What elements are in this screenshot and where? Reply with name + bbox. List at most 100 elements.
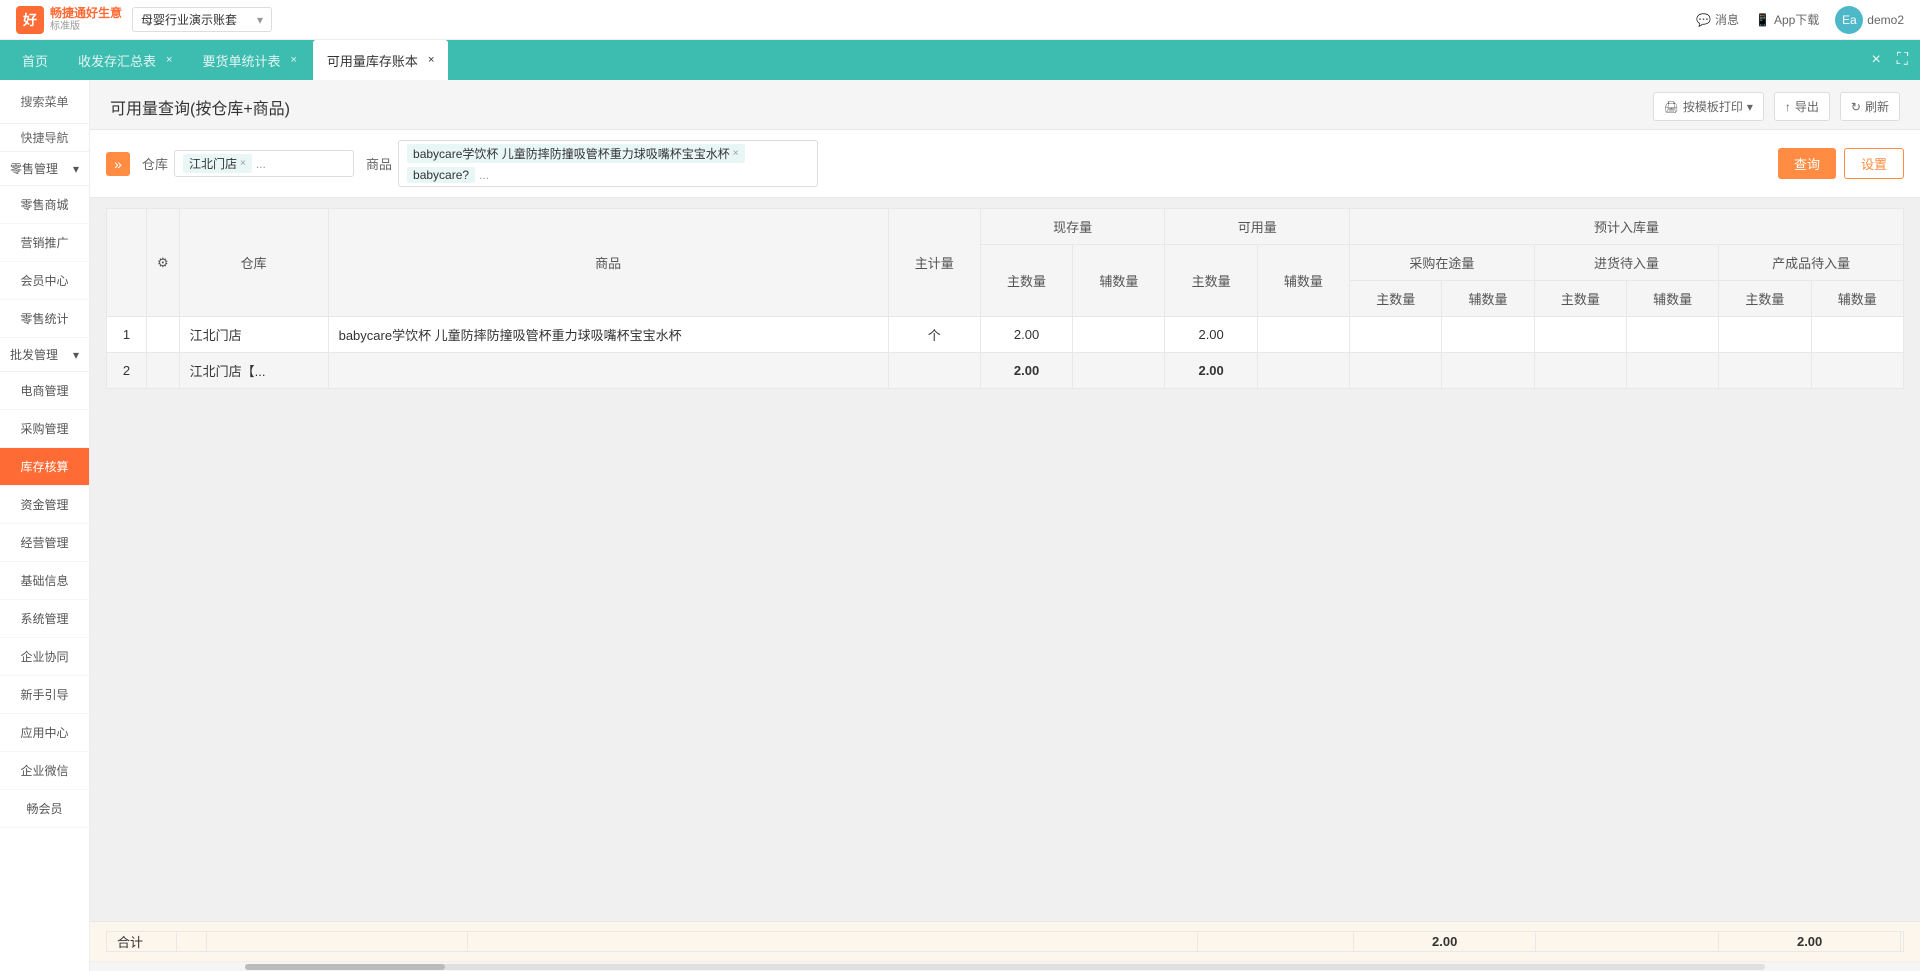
row-1-product: babycare学饮杯 儿童防摔防撞吸管杯重力球吸嘴杯宝宝水杯 bbox=[328, 317, 888, 353]
search-menu-btn[interactable]: 搜索菜单 bbox=[8, 88, 81, 115]
top-bar-right: 💬 消息 📱 App下载 Ea demo2 bbox=[1696, 6, 1904, 34]
row-2-purchase-main bbox=[1350, 353, 1442, 389]
sidebar-item-enterprise-collab[interactable]: 企业协同 bbox=[0, 638, 89, 676]
row-1-purchase-aux bbox=[1442, 317, 1534, 353]
template-print-label: 按模板打印 bbox=[1683, 98, 1743, 115]
summary-label: 合计 bbox=[107, 932, 177, 952]
tab-order-stats-close[interactable]: × bbox=[290, 54, 296, 66]
page-header: 可用量查询(按仓库+商品) 🖨 按模板打印 ▾ ↑ 导出 ↻ 刷新 bbox=[90, 80, 1920, 130]
table-footer: 合计 2.00 2.00 bbox=[90, 921, 1920, 961]
product-tag-1-value: babycare学饮杯 儿童防摔防撞吸管杯重力球吸嘴杯宝宝水杯 bbox=[413, 145, 730, 162]
sidebar-item-app-center[interactable]: 应用中心 bbox=[0, 714, 89, 752]
sidebar-item-wholesale-mgmt[interactable]: 批发管理 ▾ bbox=[0, 338, 89, 372]
tab-home[interactable]: 首页 bbox=[8, 40, 62, 80]
row-2-production-main bbox=[1719, 353, 1811, 389]
scrollbar-area bbox=[90, 961, 1920, 971]
filter-bar: » 仓库 江北门店 × ... 商品 babycare学饮杯 儿童防摔防撞吸管杯… bbox=[90, 130, 1920, 198]
th-purchase-main: 主数量 bbox=[1350, 281, 1442, 317]
user-area[interactable]: Ea demo2 bbox=[1835, 6, 1904, 34]
sidebar-label-enterprise-collab: 企业协同 bbox=[20, 648, 68, 665]
chevron-wholesale-mgmt: ▾ bbox=[73, 348, 79, 362]
scrollbar-thumb[interactable] bbox=[245, 964, 445, 970]
settings-icon[interactable]: ⚙ bbox=[157, 255, 169, 270]
warehouse-tag: 江北门店 × bbox=[183, 154, 252, 173]
avatar-initials: Ea bbox=[1842, 13, 1857, 27]
quick-nav-btn[interactable]: 快捷导航 bbox=[0, 124, 89, 152]
template-print-btn[interactable]: 🖨 按模板打印 ▾ bbox=[1653, 92, 1764, 121]
product-label: 商品 bbox=[366, 154, 392, 173]
maximize-btn[interactable]: ⛶ bbox=[1893, 47, 1912, 73]
warehouse-label: 仓库 bbox=[142, 154, 168, 173]
th-arrival-main: 主数量 bbox=[1534, 281, 1626, 317]
sidebar-label-sys-mgmt: 系统管理 bbox=[20, 610, 68, 627]
sidebar-item-ops-mgmt[interactable]: 经营管理 bbox=[0, 524, 89, 562]
warehouse-ellipsis: ... bbox=[256, 157, 266, 171]
page-actions: 🖨 按模板打印 ▾ ↑ 导出 ↻ 刷新 bbox=[1653, 92, 1900, 121]
industry-selector[interactable]: 母婴行业演示账套 ▾ bbox=[132, 7, 272, 32]
tab-receive-summary[interactable]: 收发存汇总表 × bbox=[64, 40, 186, 80]
warehouse-tag-close[interactable]: × bbox=[240, 158, 246, 169]
sidebar-item-new-guide[interactable]: 新手引导 bbox=[0, 676, 89, 714]
settings-btn[interactable]: 设置 bbox=[1844, 148, 1904, 179]
product-tag-2-value: babycare? bbox=[413, 168, 469, 182]
tab-receive-summary-label: 收发存汇总表 bbox=[78, 51, 156, 70]
th-available-aux: 辅数量 bbox=[1257, 245, 1349, 317]
sidebar-item-enterprise-wechat[interactable]: 企业微信 bbox=[0, 752, 89, 790]
filter-expand-btn[interactable]: » bbox=[106, 152, 130, 176]
sidebar-label-basic-info: 基础信息 bbox=[20, 572, 68, 589]
sidebar-label-purchase-mgmt: 采购管理 bbox=[20, 420, 68, 437]
nav-tabs: 首页 收发存汇总表 × 要货单统计表 × 可用量库存账本 × × ⛶ bbox=[0, 40, 1920, 80]
chevron-down-icon: ▾ bbox=[257, 13, 263, 27]
th-arrival-sub: 进货待入量 bbox=[1534, 245, 1719, 281]
sidebar-label-marketing: 营销推广 bbox=[20, 234, 68, 251]
sidebar-label-app-center: 应用中心 bbox=[20, 724, 68, 741]
message-btn[interactable]: 💬 消息 bbox=[1696, 11, 1739, 28]
th-production-aux: 辅数量 bbox=[1811, 281, 1903, 317]
sidebar-item-ecommerce-mgmt[interactable]: 电商管理 bbox=[0, 372, 89, 410]
query-btn[interactable]: 查询 bbox=[1778, 148, 1836, 179]
table-area: ⚙ 仓库 商品 主计量 现存量 可用量 预计入库量 主数量 辅数量 主数量 辅数… bbox=[90, 198, 1920, 921]
row-2-num: 2 bbox=[107, 353, 147, 389]
top-bar: 好 畅捷通好生意 标准版 母婴行业演示账套 ▾ 💬 消息 📱 App下载 Ea … bbox=[0, 0, 1920, 40]
sidebar-item-purchase-mgmt[interactable]: 采购管理 bbox=[0, 410, 89, 448]
close-btn[interactable]: × bbox=[1867, 47, 1884, 73]
scrollbar-track bbox=[245, 964, 1765, 970]
product-tag-1-close[interactable]: × bbox=[733, 148, 739, 159]
app-download-btn[interactable]: 📱 App下载 bbox=[1755, 11, 1819, 28]
sidebar-item-retail-mall[interactable]: 零售商城 bbox=[0, 186, 89, 224]
warehouse-input[interactable]: 江北门店 × ... bbox=[174, 150, 354, 177]
sidebar-item-member-center[interactable]: 会员中心 bbox=[0, 262, 89, 300]
th-stock-group: 现存量 bbox=[980, 209, 1165, 245]
summary-stock-main: 2.00 bbox=[1353, 932, 1535, 952]
sidebar-item-retail-mgmt[interactable]: 零售管理 ▾ bbox=[0, 152, 89, 186]
export-btn[interactable]: ↑ 导出 bbox=[1774, 92, 1830, 121]
page-title: 可用量查询(按仓库+商品) bbox=[110, 95, 290, 119]
main-layout: 搜索菜单 快捷导航 零售管理 ▾ 零售商城 营销推广 会员中心 零售统计 批发管… bbox=[0, 80, 1920, 971]
tab-receive-summary-close[interactable]: × bbox=[166, 54, 172, 66]
warehouse-filter-group: 仓库 江北门店 × ... bbox=[142, 150, 354, 177]
row-2-purchase-aux bbox=[1442, 353, 1534, 389]
sidebar-item-vip-member[interactable]: 畅会员 bbox=[0, 790, 89, 828]
sidebar-label-retail-stats: 零售统计 bbox=[20, 310, 68, 327]
sidebar-item-inventory[interactable]: 库存核算 bbox=[0, 448, 89, 486]
product-input[interactable]: babycare学饮杯 儿童防摔防撞吸管杯重力球吸嘴杯宝宝水杯 × babyca… bbox=[398, 140, 818, 187]
row-2-available-aux bbox=[1257, 353, 1349, 389]
sidebar-item-sys-mgmt[interactable]: 系统管理 bbox=[0, 600, 89, 638]
tab-available-stock[interactable]: 可用量库存账本 × bbox=[313, 40, 448, 80]
sidebar-section: 零售管理 ▾ 零售商城 营销推广 会员中心 零售统计 批发管理 ▾ 电商管理 bbox=[0, 152, 89, 828]
refresh-btn[interactable]: ↻ 刷新 bbox=[1840, 92, 1900, 121]
sidebar-item-retail-stats[interactable]: 零售统计 bbox=[0, 300, 89, 338]
row-2-arrival-aux bbox=[1626, 353, 1718, 389]
th-production-sub: 产成品待入量 bbox=[1719, 245, 1904, 281]
th-unit: 主计量 bbox=[888, 209, 980, 317]
sidebar-item-marketing[interactable]: 营销推广 bbox=[0, 224, 89, 262]
row-1-num: 1 bbox=[107, 317, 147, 353]
app-download-label: App下载 bbox=[1774, 11, 1819, 28]
sidebar-item-basic-info[interactable]: 基础信息 bbox=[0, 562, 89, 600]
tab-available-stock-close[interactable]: × bbox=[428, 54, 434, 66]
row-1-stock-main: 2.00 bbox=[980, 317, 1072, 353]
row-1-available-main: 2.00 bbox=[1165, 317, 1257, 353]
tab-order-stats[interactable]: 要货单统计表 × bbox=[188, 40, 310, 80]
username: demo2 bbox=[1867, 13, 1904, 27]
sidebar-item-finance-mgmt[interactable]: 资金管理 bbox=[0, 486, 89, 524]
